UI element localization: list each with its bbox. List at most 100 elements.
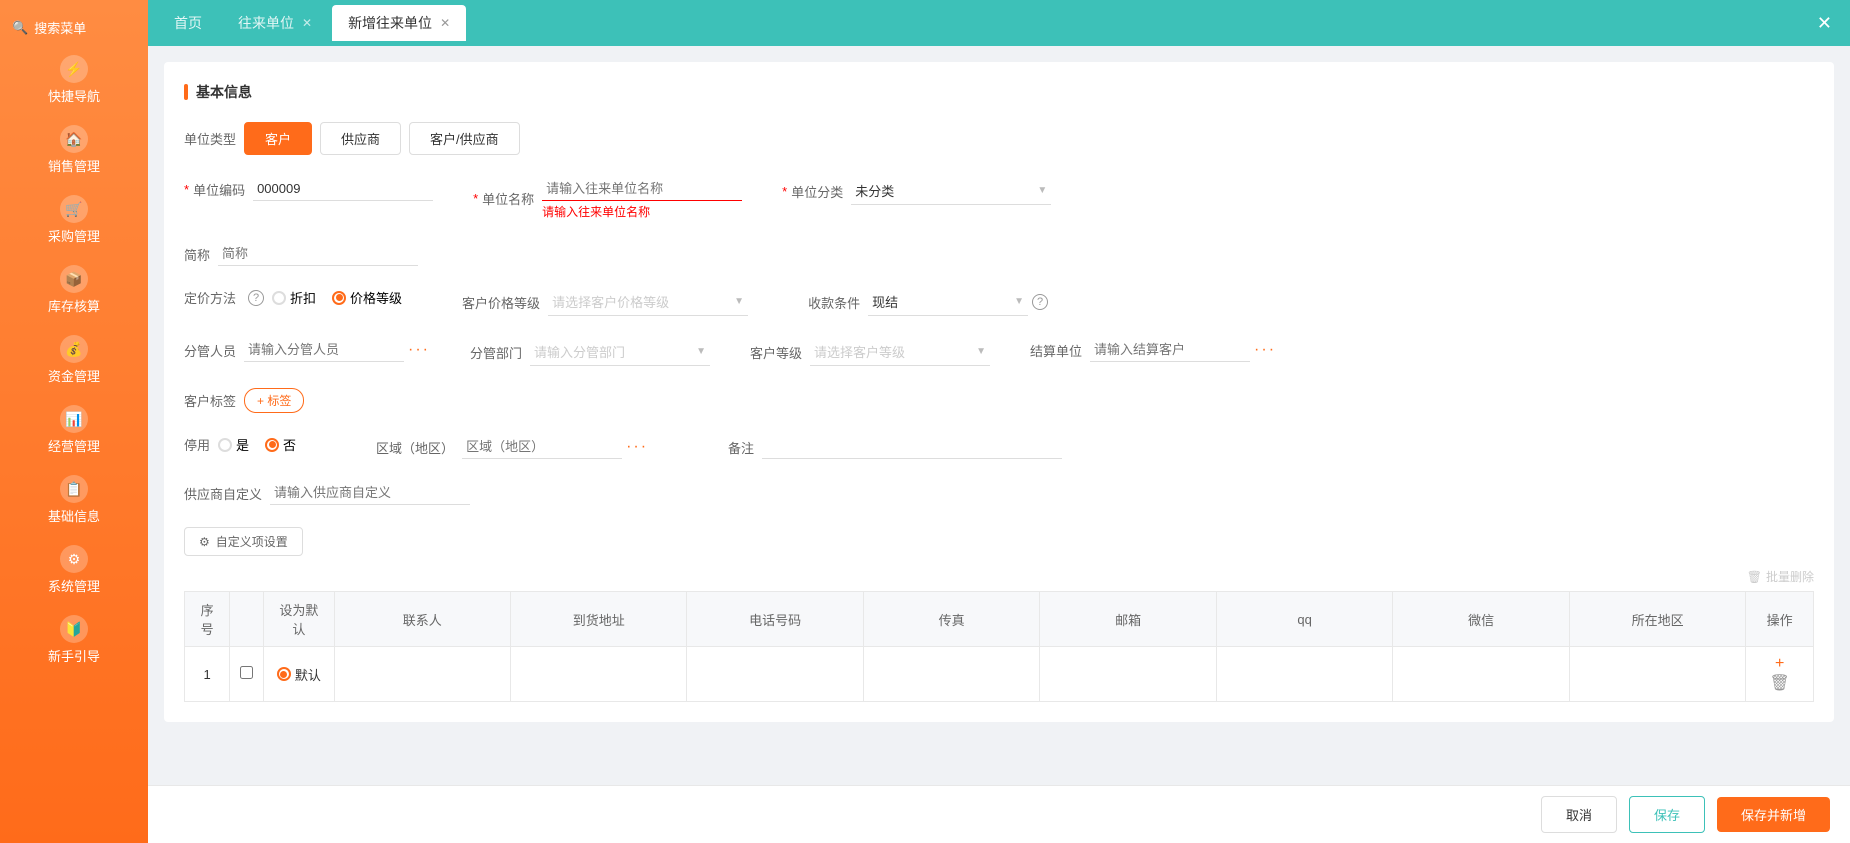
guide-icon: 🔰: [60, 615, 88, 643]
add-tag-btn[interactable]: + 标签: [244, 388, 304, 413]
contact-input[interactable]: [345, 667, 500, 682]
row-address[interactable]: [511, 647, 687, 702]
phone-input[interactable]: [697, 667, 852, 682]
category-chevron-icon: ▼: [1037, 185, 1047, 196]
short-name-input[interactable]: [218, 242, 418, 266]
disabled-no-option[interactable]: 否: [265, 435, 296, 454]
supplier-custom-input[interactable]: [270, 481, 470, 505]
sidebar-item-label: 快捷导航: [48, 86, 100, 105]
sidebar-item-label: 基础信息: [48, 506, 100, 525]
dept-select[interactable]: 请输入分管部门 ▼: [530, 338, 710, 366]
region-input[interactable]: [462, 435, 622, 459]
pricing-level-radio-dot: [336, 294, 343, 301]
category-select[interactable]: 未分类 ▼: [851, 177, 1051, 205]
customer-price-select[interactable]: 请选择客户价格等级 ▼: [548, 288, 748, 316]
row-phone[interactable]: [687, 647, 863, 702]
unit-type-group: 客户 供应商 客户/供应商: [244, 122, 520, 155]
payment-help-icon[interactable]: ?: [1032, 294, 1048, 310]
remark-input[interactable]: [762, 435, 1062, 459]
manager-row: 分管人员 ··· 分管部门 请输入分管部门 ▼ 客户等级 请选择客户等级 ▼: [184, 338, 1814, 370]
name-required-star: *: [473, 191, 478, 206]
col-seq: 序号: [185, 592, 230, 647]
sidebar-search[interactable]: 🔍 搜索菜单: [0, 10, 148, 45]
sidebar-item-inventory[interactable]: 📦 库存核算: [0, 255, 148, 325]
row-default[interactable]: 默认: [264, 647, 334, 702]
unit-type-supplier-btn[interactable]: 供应商: [320, 122, 401, 155]
row-default-radio-item[interactable]: 默认: [274, 665, 323, 684]
cancel-button[interactable]: 取消: [1541, 796, 1617, 833]
customer-level-label: 客户等级: [750, 343, 802, 362]
manager-input[interactable]: [244, 338, 404, 362]
remark-field: 备注: [728, 435, 1062, 459]
tab-new-contact[interactable]: 新增往来单位 ✕: [332, 5, 466, 41]
category-label: 单位分类: [791, 182, 843, 201]
email-input[interactable]: [1050, 667, 1205, 682]
sidebar-item-finance[interactable]: 💰 资金管理: [0, 325, 148, 395]
table-row: 1 默认: [185, 647, 1814, 702]
basic-info-icon: 📋: [60, 475, 88, 503]
col-fax: 传真: [863, 592, 1039, 647]
name-input[interactable]: [542, 177, 742, 201]
row-email[interactable]: [1040, 647, 1216, 702]
save-new-button[interactable]: 保存并新增: [1717, 797, 1830, 832]
customer-level-select[interactable]: 请选择客户等级 ▼: [810, 338, 990, 366]
table-actions: 🗑 批量删除: [184, 568, 1814, 585]
tag-label: 客户标签: [184, 391, 236, 410]
tab-contacts-close[interactable]: ✕: [302, 16, 312, 30]
supplier-custom-row: 供应商自定义: [184, 481, 1814, 509]
qq-input[interactable]: [1227, 667, 1383, 682]
code-input[interactable]: [253, 177, 433, 201]
fax-input[interactable]: [874, 667, 1029, 682]
row-region-input[interactable]: [1580, 667, 1735, 682]
sidebar-search-label: 搜索菜单: [34, 18, 86, 37]
pricing-level-option[interactable]: 价格等级: [332, 288, 402, 307]
settlement-input[interactable]: [1090, 338, 1250, 362]
payment-select[interactable]: 现结 ▼: [868, 288, 1028, 316]
row-contact[interactable]: [334, 647, 510, 702]
region-label: 区域（地区）: [376, 438, 454, 457]
unit-type-customer-btn[interactable]: 客户: [244, 122, 312, 155]
row-qq[interactable]: [1216, 647, 1393, 702]
col-region: 所在地区: [1569, 592, 1745, 647]
row-checkbox[interactable]: [240, 666, 253, 679]
pricing-help-icon[interactable]: ?: [248, 290, 264, 306]
row-fax[interactable]: [863, 647, 1039, 702]
custom-settings-btn[interactable]: ⚙ 自定义项设置: [184, 527, 303, 556]
sidebar-item-system[interactable]: ⚙ 系统管理: [0, 535, 148, 605]
sidebar-item-quick-nav[interactable]: ⚡ 快捷导航: [0, 45, 148, 115]
sidebar-item-basic-info[interactable]: 📋 基础信息: [0, 465, 148, 535]
tab-home[interactable]: 首页: [158, 5, 218, 41]
tab-contacts[interactable]: 往来单位 ✕: [222, 5, 328, 41]
row-default-label: 默认: [295, 665, 321, 684]
sidebar-item-guide[interactable]: 🔰 新手引导: [0, 605, 148, 675]
disabled-yes-label: 是: [236, 435, 249, 454]
pricing-discount-option[interactable]: 折扣: [272, 288, 316, 307]
sidebar-item-sales[interactable]: 🏠 销售管理: [0, 115, 148, 185]
manager-more-btn[interactable]: ···: [408, 341, 430, 359]
batch-delete-icon: 🗑: [1747, 570, 1762, 584]
save-button[interactable]: 保存: [1629, 796, 1705, 833]
row-check[interactable]: [230, 647, 264, 702]
disabled-yes-option[interactable]: 是: [218, 435, 249, 454]
tab-bar: 首页 往来单位 ✕ 新增往来单位 ✕ ✕: [148, 0, 1850, 46]
tab-new-contact-label: 新增往来单位: [348, 13, 432, 33]
close-all-tabs[interactable]: ✕: [1809, 9, 1840, 38]
batch-delete-btn[interactable]: 🗑 批量删除: [1747, 568, 1814, 585]
contacts-table: 序号 设为默认 联系人 到货地址 电话号码 传真 邮箱 qq 微信 所在地区 操…: [184, 591, 1814, 702]
settlement-more-btn[interactable]: ···: [1254, 341, 1276, 359]
unit-type-both-btn[interactable]: 客户/供应商: [409, 122, 520, 155]
code-required-star: *: [184, 182, 189, 197]
tab-home-label: 首页: [174, 13, 202, 33]
row-region[interactable]: [1569, 647, 1745, 702]
category-field: * 单位分类 未分类 ▼: [782, 177, 1051, 205]
row-wechat[interactable]: [1393, 647, 1569, 702]
address-input[interactable]: [521, 667, 676, 682]
sidebar-item-purchase[interactable]: 🛒 采购管理: [0, 185, 148, 255]
region-more-btn[interactable]: ···: [626, 438, 648, 456]
tab-new-contact-close[interactable]: ✕: [440, 16, 450, 30]
wechat-input[interactable]: [1403, 667, 1558, 682]
add-row-btn[interactable]: +: [1771, 653, 1788, 674]
delete-row-btn[interactable]: 🗑: [1766, 673, 1794, 694]
name-error-msg: 请输入往来单位名称: [542, 203, 742, 220]
sidebar-item-operations[interactable]: 📊 经营管理: [0, 395, 148, 465]
